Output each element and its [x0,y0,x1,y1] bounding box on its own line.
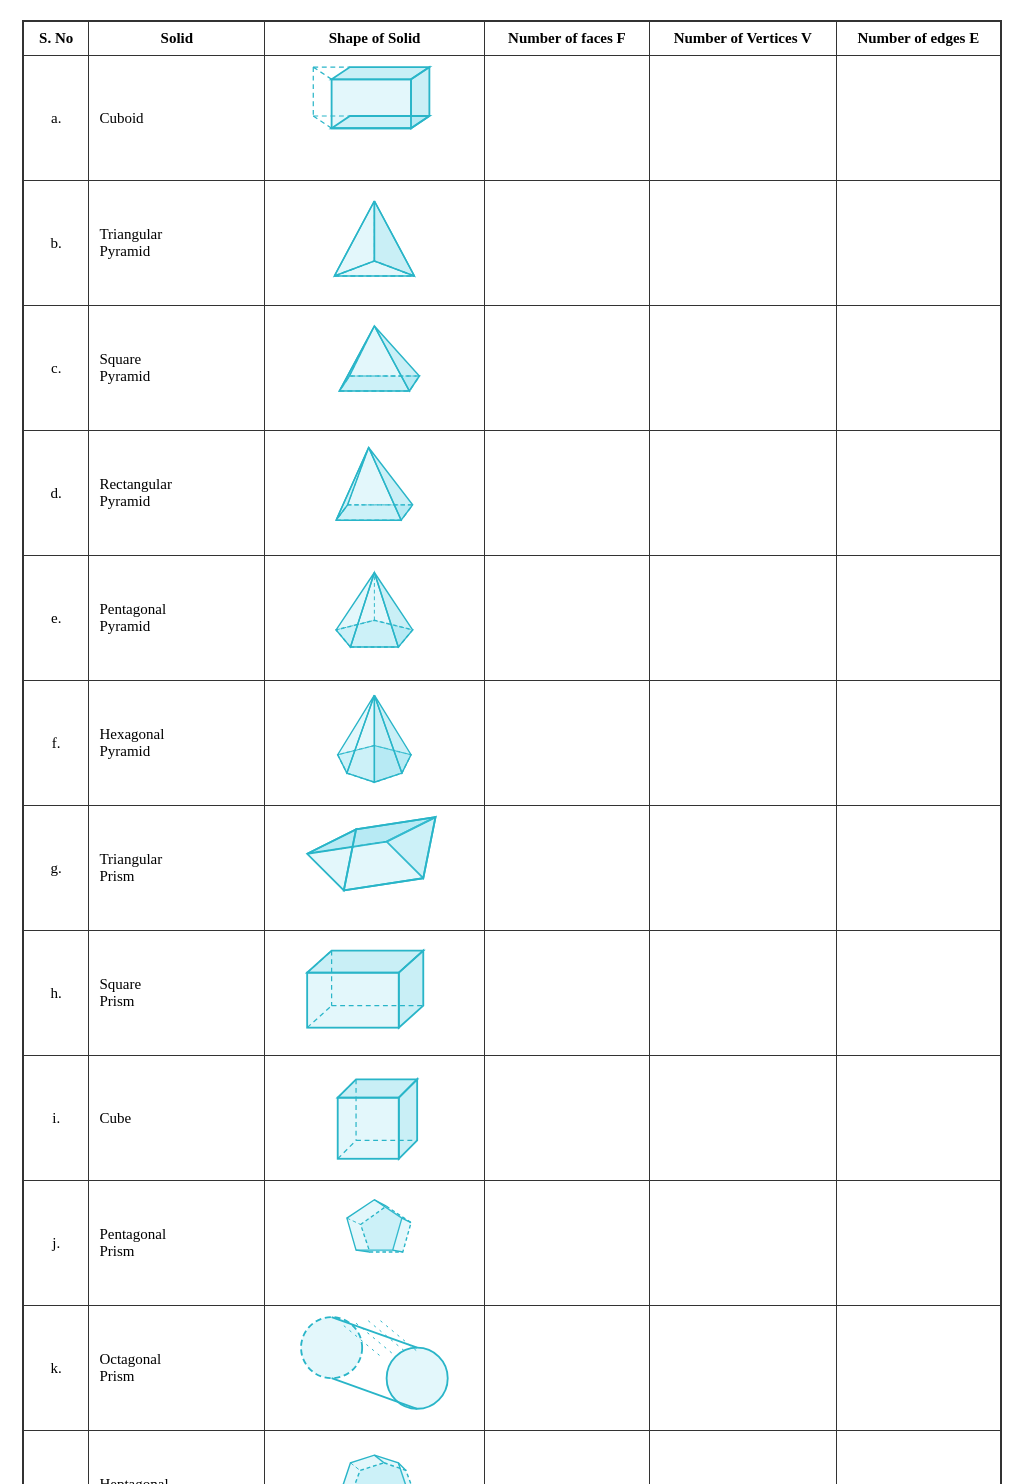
svg-point-72 [301,1317,362,1378]
row-vertices[interactable] [649,306,836,431]
row-shape-image [265,431,485,556]
row-sno: h. [23,931,89,1056]
row-vertices[interactable] [649,681,836,806]
table-row: e.PentagonalPyramid [23,556,1001,681]
row-edges[interactable] [836,181,1001,306]
row-solid-name: PentagonalPyramid [89,556,265,681]
row-solid-name: RectangularPyramid [89,431,265,556]
row-edges[interactable] [836,1431,1001,1485]
row-solid-name: SquarePyramid [89,306,265,431]
row-edges[interactable] [836,806,1001,931]
table-row: i.Cube [23,1056,1001,1181]
row-faces[interactable] [485,1056,650,1181]
header-faces: Number of faces F [485,21,650,56]
row-solid-name: HeptagonalPrism [89,1431,265,1485]
row-faces[interactable] [485,931,650,1056]
row-sno: i. [23,1056,89,1181]
row-faces[interactable] [485,306,650,431]
main-table: S. No Solid Shape of Solid Number of fac… [22,20,1002,1484]
row-sno: e. [23,556,89,681]
row-sno: d. [23,431,89,556]
row-edges[interactable] [836,1056,1001,1181]
row-solid-name: Cuboid [89,56,265,181]
row-edges[interactable] [836,556,1001,681]
row-faces[interactable] [485,1306,650,1431]
svg-line-7 [314,116,332,128]
row-faces[interactable] [485,1181,650,1306]
row-shape-image [265,931,485,1056]
row-solid-name: Cube [89,1056,265,1181]
row-solid-name: PentagonalPrism [89,1181,265,1306]
table-row: f.HexagonalPyramid [23,681,1001,806]
table-wrapper: S. No Solid Shape of Solid Number of fac… [22,20,1002,1484]
row-edges[interactable] [836,1181,1001,1306]
header-edges: Number of edges E [836,21,1001,56]
table-row: a.Cuboid [23,56,1001,181]
row-vertices[interactable] [649,1056,836,1181]
row-sno: f. [23,681,89,806]
row-faces[interactable] [485,431,650,556]
svg-line-4 [314,67,332,79]
row-solid-name: TriangularPrism [89,806,265,931]
table-row: h.SquarePrism [23,931,1001,1056]
row-vertices[interactable] [649,431,836,556]
row-shape-image [265,181,485,306]
row-faces[interactable] [485,806,650,931]
row-shape-image [265,681,485,806]
row-sno: a. [23,56,89,181]
row-solid-name: HexagonalPyramid [89,681,265,806]
row-vertices[interactable] [649,181,836,306]
row-vertices[interactable] [649,1431,836,1485]
row-shape-image [265,306,485,431]
row-shape-image [265,1181,485,1306]
row-vertices[interactable] [649,806,836,931]
row-faces[interactable] [485,1431,650,1485]
svg-rect-50 [307,973,399,1028]
svg-point-71 [387,1348,448,1409]
row-edges[interactable] [836,306,1001,431]
row-vertices[interactable] [649,56,836,181]
header-vertices: Number of Vertices V [649,21,836,56]
row-faces[interactable] [485,56,650,181]
row-faces[interactable] [485,181,650,306]
row-edges[interactable] [836,681,1001,806]
row-shape-image [265,806,485,931]
header-solid: Solid [89,21,265,56]
row-vertices[interactable] [649,1306,836,1431]
row-faces[interactable] [485,556,650,681]
row-solid-name: OctagonalPrism [89,1306,265,1431]
svg-marker-47 [344,817,436,890]
header-shape: Shape of Solid [265,21,485,56]
row-sno: j. [23,1181,89,1306]
table-row: g.TriangularPrism [23,806,1001,931]
row-edges[interactable] [836,56,1001,181]
row-edges[interactable] [836,1306,1001,1431]
table-row: l.HeptagonalPrism [23,1431,1001,1485]
table-row: d.RectangularPyramid [23,431,1001,556]
row-shape-image [265,1056,485,1181]
row-sno: l. [23,1431,89,1485]
svg-marker-3 [332,116,430,128]
row-shape-image [265,556,485,681]
row-shape-image [265,1306,485,1431]
row-vertices[interactable] [649,1181,836,1306]
row-solid-name: SquarePrism [89,931,265,1056]
row-vertices[interactable] [649,931,836,1056]
row-shape-image [265,56,485,181]
row-sno: k. [23,1306,89,1431]
row-sno: b. [23,181,89,306]
row-faces[interactable] [485,681,650,806]
header-sno: S. No [23,21,89,56]
row-shape-image [265,1431,485,1485]
table-row: c.SquarePyramid [23,306,1001,431]
row-vertices[interactable] [649,556,836,681]
table-row: k.OctagonalPrism [23,1306,1001,1431]
row-edges[interactable] [836,931,1001,1056]
row-solid-name: TriangularPyramid [89,181,265,306]
row-sno: c. [23,306,89,431]
table-row: b.TriangularPyramid [23,181,1001,306]
row-edges[interactable] [836,431,1001,556]
table-row: j.PentagonalPrism [23,1181,1001,1306]
row-sno: g. [23,806,89,931]
